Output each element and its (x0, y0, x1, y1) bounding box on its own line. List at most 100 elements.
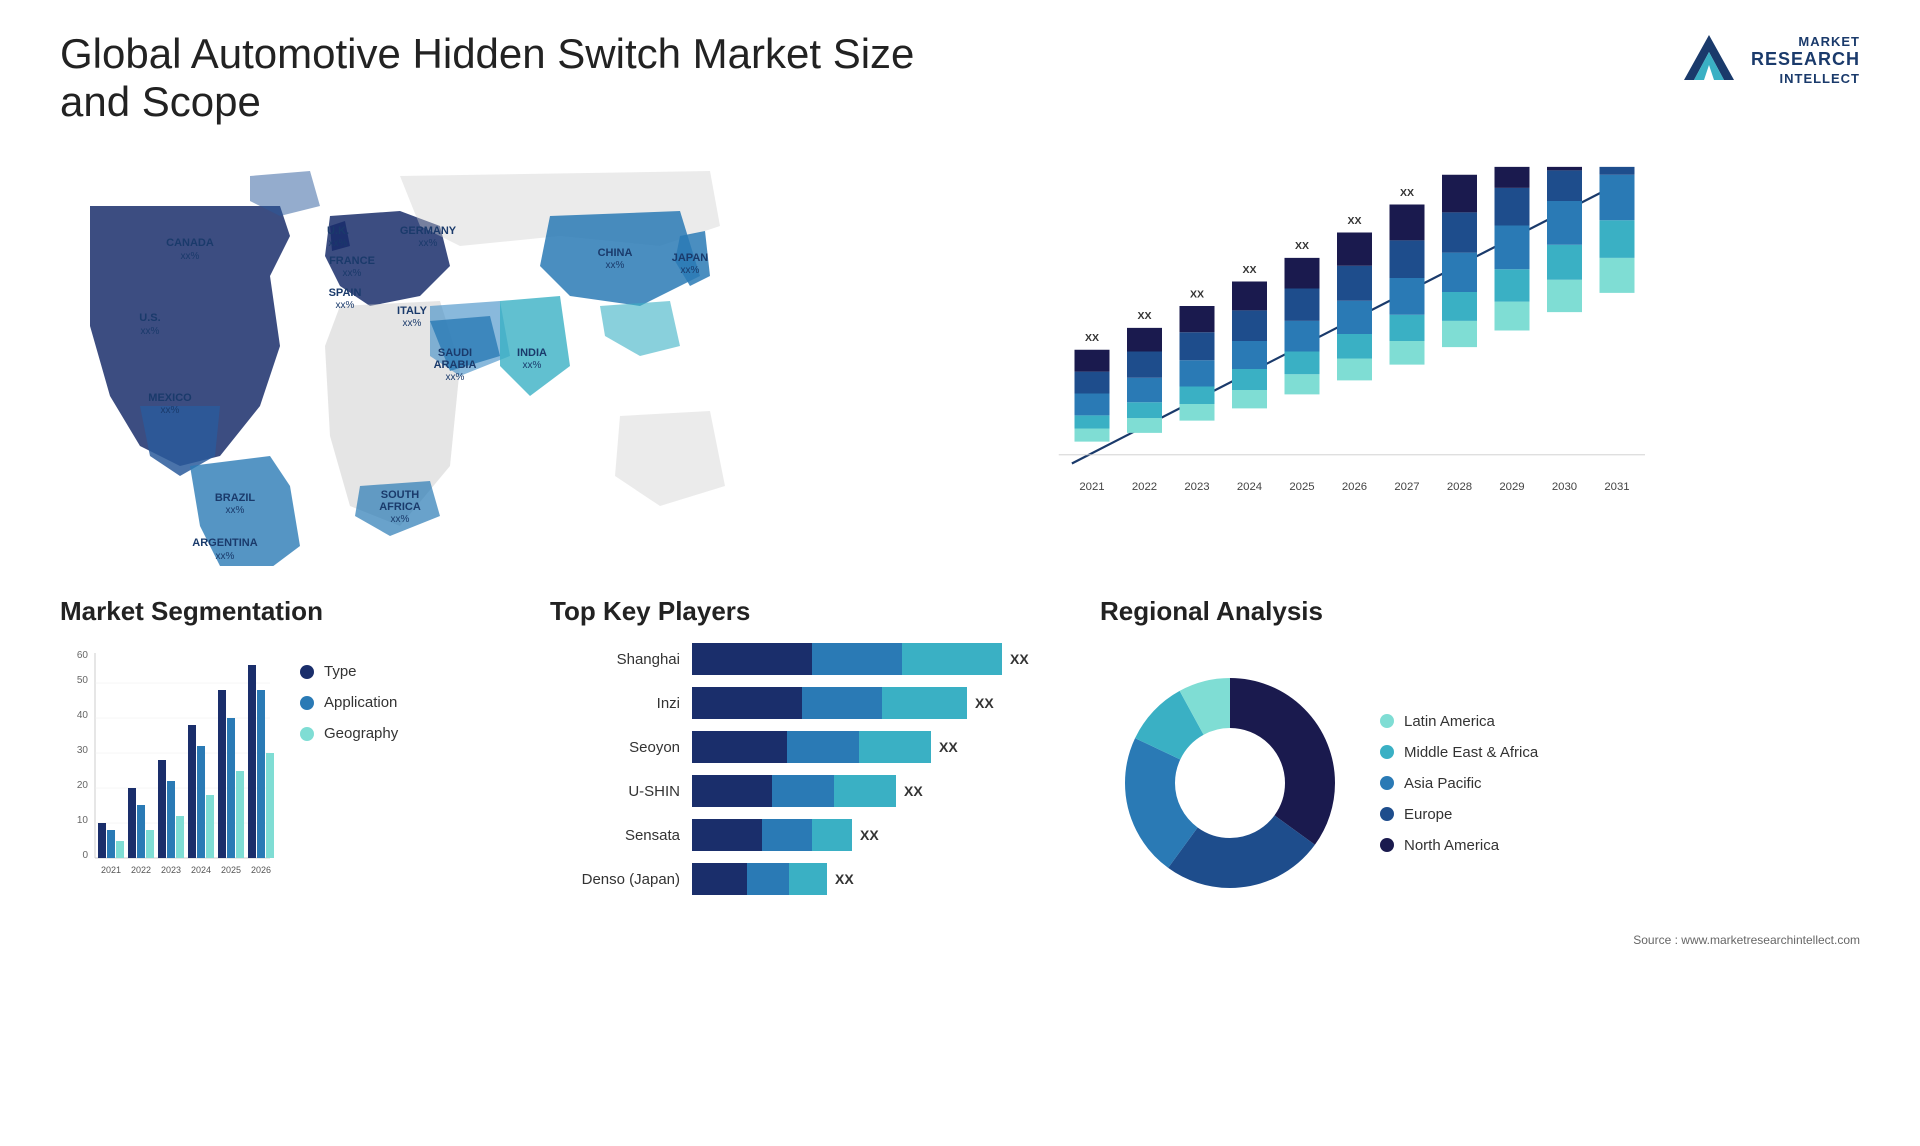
mexico-label: MEXICO (148, 392, 192, 404)
player-val-inzi: XX (975, 695, 994, 711)
china-val: xx% (606, 260, 625, 271)
bar-val-2026: XX (1347, 215, 1361, 227)
latin-america-label: Latin America (1404, 713, 1495, 730)
year-2022: 2022 (1132, 481, 1157, 493)
map-svg: CANADA xx% U.S. xx% MEXICO xx% BRAZIL xx… (60, 146, 760, 566)
svg-text:10: 10 (77, 815, 89, 826)
bar-seg1 (692, 775, 772, 807)
year-2031: 2031 (1604, 481, 1629, 493)
us-label: U.S. (139, 312, 160, 324)
svg-text:60: 60 (77, 650, 89, 661)
india-label: INDIA (517, 347, 547, 359)
india-val: xx% (523, 360, 542, 371)
southafrica-label: SOUTH (381, 489, 420, 501)
bottom-section: Market Segmentation 0 10 20 30 40 50 60 (60, 596, 1860, 947)
svg-text:2021: 2021 (101, 865, 121, 875)
source-text: Source : www.marketresearchintellect.com (1100, 933, 1860, 947)
top-section: CANADA xx% U.S. xx% MEXICO xx% BRAZIL xx… (60, 146, 1860, 566)
svg-text:50: 50 (77, 675, 89, 686)
growth-chart: XX XX XX XX (800, 146, 1860, 566)
year-2026: 2026 (1342, 481, 1367, 493)
year-2027: 2027 (1394, 481, 1419, 493)
type-label: Type (324, 663, 357, 680)
year-2028: 2028 (1447, 481, 1472, 493)
player-name-ushin: U-SHIN (550, 783, 680, 800)
seg-content: 0 10 20 30 40 50 60 (60, 643, 520, 903)
germany-label: GERMANY (400, 225, 457, 237)
svg-text:0: 0 (82, 850, 88, 861)
year-2025: 2025 (1289, 481, 1314, 493)
player-row-denso: Denso (Japan) XX (550, 863, 1070, 895)
canada-label: CANADA (166, 237, 214, 249)
bar-seg3 (834, 775, 896, 807)
type-dot (300, 665, 314, 679)
player-bar-sensata: XX (692, 819, 1070, 851)
legend-middle-east: Middle East & Africa (1380, 744, 1538, 761)
year-2021: 2021 (1079, 481, 1104, 493)
regional-section: Regional Analysis (1100, 596, 1860, 947)
legend-geography: Geography (300, 725, 398, 742)
player-val-ushin: XX (904, 783, 923, 799)
uk-label: U.K. (327, 225, 349, 237)
germany-val: xx% (419, 238, 438, 249)
bar-seg2 (787, 731, 859, 763)
bar-seg3 (882, 687, 967, 719)
regional-content: Latin America Middle East & Africa Asia … (1100, 643, 1860, 923)
bar-seg2 (772, 775, 834, 807)
brazil-val: xx% (226, 505, 245, 516)
bar-seg3 (812, 819, 852, 851)
bar-seg3 (902, 643, 1002, 675)
brand-top: MARKET (1751, 34, 1860, 50)
bar-val-2024: XX (1242, 264, 1256, 276)
players-title: Top Key Players (550, 596, 1070, 627)
japan-label: JAPAN (672, 252, 709, 264)
north-america-label: North America (1404, 837, 1499, 854)
world-map: CANADA xx% U.S. xx% MEXICO xx% BRAZIL xx… (60, 146, 760, 566)
italy-val: xx% (403, 318, 422, 329)
player-row-inzi: Inzi XX (550, 687, 1070, 719)
svg-text:2024: 2024 (191, 865, 211, 875)
player-row-ushin: U-SHIN XX (550, 775, 1070, 807)
player-bar-inzi: XX (692, 687, 1070, 719)
player-val-denso: XX (835, 871, 854, 887)
france-val: xx% (343, 268, 362, 279)
bar-seg3 (859, 731, 931, 763)
player-bar-ushin: XX (692, 775, 1070, 807)
player-bar-seoyon: XX (692, 731, 1070, 763)
donut-svg (1100, 653, 1360, 913)
player-name-seoyon: Seoyon (550, 739, 680, 756)
donut-chart (1100, 643, 1360, 923)
year-2024: 2024 (1237, 481, 1262, 493)
bar-seg1 (692, 863, 747, 895)
player-val-sensata: XX (860, 827, 879, 843)
brazil-label: BRAZIL (215, 492, 256, 504)
bar-seg2 (762, 819, 812, 851)
player-name-denso: Denso (Japan) (550, 871, 680, 888)
application-label: Application (324, 694, 397, 711)
player-bar-denso: XX (692, 863, 1070, 895)
year-2030: 2030 (1552, 481, 1577, 493)
geography-label: Geography (324, 725, 398, 742)
player-name-shanghai: Shanghai (550, 651, 680, 668)
france-label: FRANCE (329, 255, 375, 267)
saudi-label2: ARABIA (434, 359, 477, 371)
bar-seg2 (802, 687, 882, 719)
seg-chart-svg: 0 10 20 30 40 50 60 (60, 643, 280, 903)
argentina-label: ARGENTINA (192, 537, 257, 549)
asia-pacific-dot (1380, 776, 1394, 790)
svg-text:2026: 2026 (251, 865, 271, 875)
spain-val: xx% (336, 300, 355, 311)
spain-label: SPAIN (329, 287, 362, 299)
player-row-shanghai: Shanghai XX (550, 643, 1070, 675)
segmentation-title: Market Segmentation (60, 596, 520, 627)
svg-text:2025: 2025 (221, 865, 241, 875)
player-bar-shanghai: XX (692, 643, 1070, 675)
middle-east-dot (1380, 745, 1394, 759)
middle-east-label: Middle East & Africa (1404, 744, 1538, 761)
geography-dot (300, 727, 314, 741)
asia-pacific-label: Asia Pacific (1404, 775, 1482, 792)
growth-chart-svg: XX XX XX XX (820, 166, 1840, 516)
saudi-val: xx% (446, 372, 465, 383)
regional-title: Regional Analysis (1100, 596, 1860, 627)
bar-seg3 (789, 863, 827, 895)
